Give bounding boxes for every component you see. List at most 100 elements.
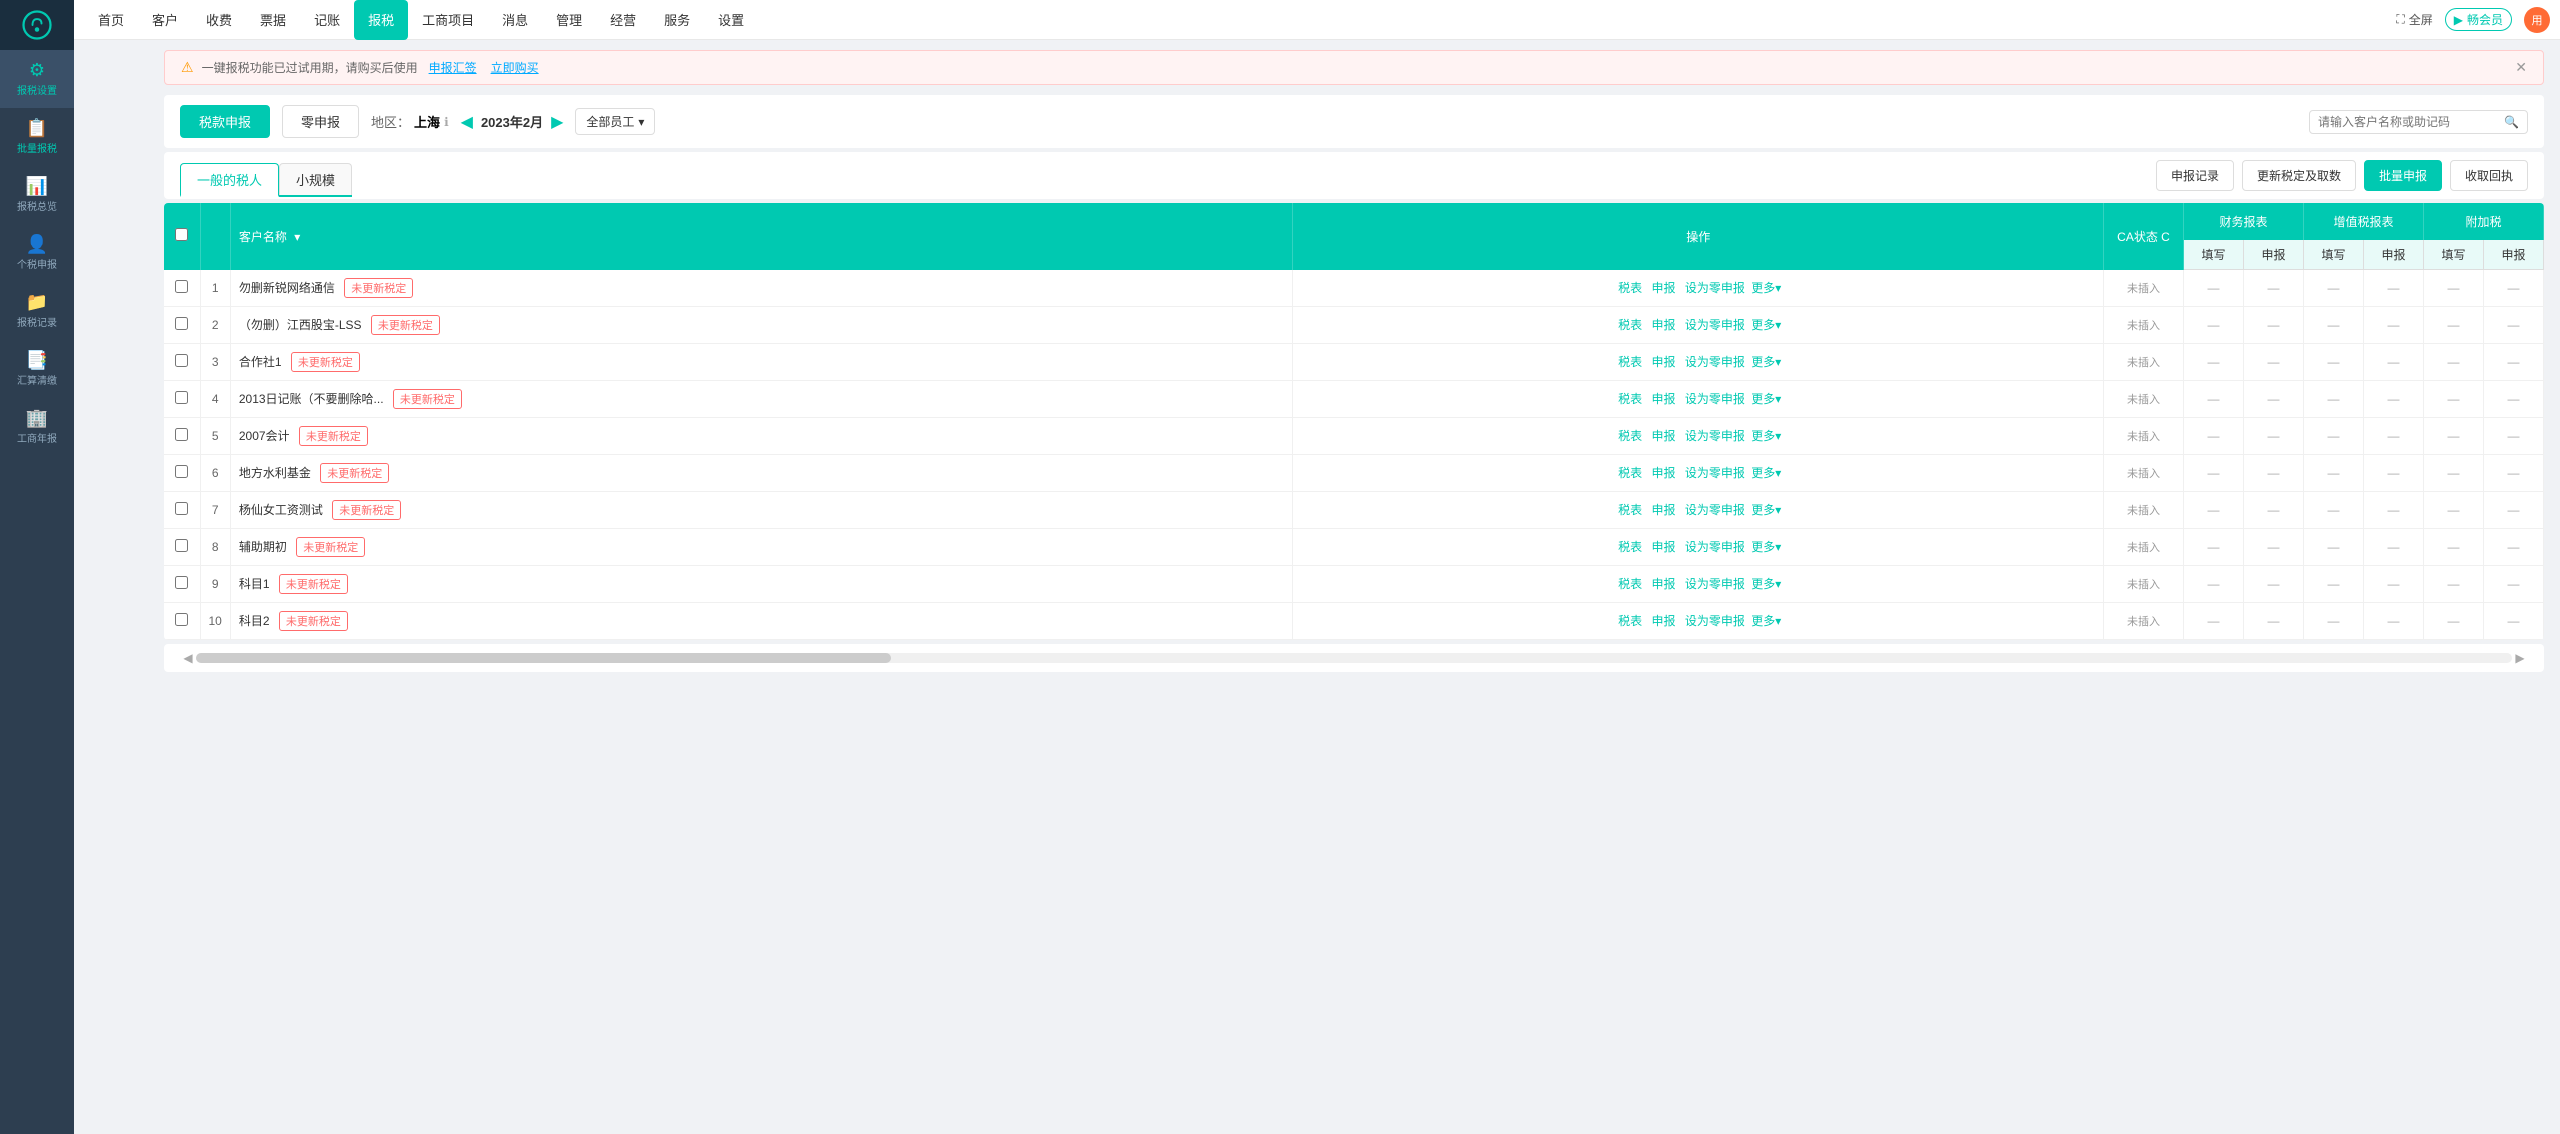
op-more-button[interactable]: 更多▾ (1751, 614, 1781, 628)
banner-close-button[interactable]: ✕ (2515, 59, 2527, 76)
op-submit-link[interactable]: 申报 (1652, 503, 1676, 517)
row-checkbox-0[interactable] (175, 280, 188, 293)
scroll-track[interactable] (196, 653, 2512, 663)
tab-tax-declaration[interactable]: 税款申报 (180, 105, 270, 138)
sidebar-item-business-annual[interactable]: 🏢 工商年报 (0, 398, 74, 456)
nav-operations[interactable]: 经营 (596, 0, 650, 40)
sidebar-item-tax-settings[interactable]: ⚙ 报税设置 (0, 50, 74, 108)
nav-billing[interactable]: 收费 (192, 0, 246, 40)
sidebar-item-annual-settlement[interactable]: 📑 汇算清缴 (0, 340, 74, 398)
op-tax-table-link[interactable]: 税表 (1618, 540, 1642, 554)
nav-home[interactable]: 首页 (84, 0, 138, 40)
tab-small-scale[interactable]: 小规模 (279, 163, 352, 195)
user-avatar[interactable]: 用 (2524, 7, 2550, 33)
sidebar-item-personal-tax[interactable]: 👤 个税申报 (0, 224, 74, 282)
op-more-button[interactable]: 更多▾ (1751, 577, 1781, 591)
op-zero-submit-link[interactable]: 设为零申报 (1685, 318, 1745, 332)
op-tax-table-link[interactable]: 税表 (1618, 355, 1642, 369)
op-zero-submit-link[interactable]: 设为零申报 (1685, 355, 1745, 369)
banner-link-report[interactable]: 申报汇签 (429, 59, 477, 76)
op-tax-table-link[interactable]: 税表 (1618, 392, 1642, 406)
op-submit-link[interactable]: 申报 (1652, 281, 1676, 295)
horizontal-scrollbar[interactable]: ◀ ▶ (164, 644, 2544, 672)
op-tax-table-link[interactable]: 税表 (1618, 466, 1642, 480)
row-checkbox-5[interactable] (175, 465, 188, 478)
row-checkbox-8[interactable] (175, 576, 188, 589)
op-zero-submit-link[interactable]: 设为零申报 (1685, 577, 1745, 591)
staff-selector[interactable]: 全部员工 ▾ (575, 108, 655, 135)
op-submit-link[interactable]: 申报 (1652, 577, 1676, 591)
op-zero-submit-link[interactable]: 设为零申报 (1685, 466, 1745, 480)
collect-receipt-button[interactable]: 收取回执 (2450, 160, 2528, 191)
op-tax-table-link[interactable]: 税表 (1618, 429, 1642, 443)
nav-settings[interactable]: 设置 (704, 0, 758, 40)
op-zero-submit-link[interactable]: 设为零申报 (1685, 614, 1745, 628)
op-submit-link[interactable]: 申报 (1652, 540, 1676, 554)
op-tax-table-link[interactable]: 税表 (1618, 281, 1642, 295)
op-more-button[interactable]: 更多▾ (1751, 429, 1781, 443)
info-icon[interactable]: ℹ (444, 115, 449, 129)
op-tax-table-link[interactable]: 税表 (1618, 503, 1642, 517)
tab-general-taxpayer[interactable]: 一般的税人 (180, 163, 279, 197)
nav-business[interactable]: 工商项目 (408, 0, 488, 40)
search-icon[interactable]: 🔍 (2504, 115, 2519, 129)
sidebar-item-batch-tax[interactable]: 📋 批量报税 (0, 108, 74, 166)
op-more-button[interactable]: 更多▾ (1751, 318, 1781, 332)
scroll-right-arrow[interactable]: ▶ (2512, 650, 2528, 666)
op-more-button[interactable]: 更多▾ (1751, 392, 1781, 406)
region-label: 地区： (371, 112, 410, 131)
op-zero-submit-link[interactable]: 设为零申报 (1685, 503, 1745, 517)
prev-date-button[interactable]: ◀ (461, 112, 473, 132)
sidebar-item-tax-overview[interactable]: 📊 报税总览 (0, 166, 74, 224)
customer-name: 杨仙女工资测试 (239, 503, 323, 517)
nav-messages[interactable]: 消息 (488, 0, 542, 40)
search-input[interactable] (2318, 115, 2498, 129)
op-submit-link[interactable]: 申报 (1652, 355, 1676, 369)
sidebar-item-tax-records[interactable]: 📁 报税记录 (0, 282, 74, 340)
row-checkbox-2[interactable] (175, 354, 188, 367)
th-finance-report: 财务报表 (2184, 203, 2304, 240)
nav-customer[interactable]: 客户 (138, 0, 192, 40)
op-more-button[interactable]: 更多▾ (1751, 540, 1781, 554)
tax-fill-cell: — (2304, 602, 2364, 639)
op-more-button[interactable]: 更多▾ (1751, 466, 1781, 480)
op-zero-submit-link[interactable]: 设为零申报 (1685, 392, 1745, 406)
nav-management[interactable]: 管理 (542, 0, 596, 40)
op-submit-link[interactable]: 申报 (1652, 614, 1676, 628)
vip-button[interactable]: ▶ 畅会员 (2445, 8, 2512, 31)
op-tax-table-link[interactable]: 税表 (1618, 318, 1642, 332)
batch-submit-button[interactable]: 批量申报 (2364, 160, 2442, 191)
op-more-button[interactable]: 更多▾ (1751, 503, 1781, 517)
op-more-button[interactable]: 更多▾ (1751, 355, 1781, 369)
th-name[interactable]: 客户名称 ▾ (230, 203, 1293, 270)
declaration-records-button[interactable]: 申报记录 (2156, 160, 2234, 191)
op-submit-link[interactable]: 申报 (1652, 392, 1676, 406)
next-date-button[interactable]: ▶ (551, 112, 563, 132)
row-checkbox-7[interactable] (175, 539, 188, 552)
row-checkbox-4[interactable] (175, 428, 188, 441)
op-tax-table-link[interactable]: 税表 (1618, 614, 1642, 628)
banner-link-purchase[interactable]: 立即购买 (491, 59, 539, 76)
row-checkbox-6[interactable] (175, 502, 188, 515)
nav-invoice[interactable]: 票据 (246, 0, 300, 40)
op-tax-table-link[interactable]: 税表 (1618, 577, 1642, 591)
op-more-button[interactable]: 更多▾ (1751, 281, 1781, 295)
nav-bookkeeping[interactable]: 记账 (300, 0, 354, 40)
op-submit-link[interactable]: 申报 (1652, 318, 1676, 332)
nav-tax[interactable]: 报税 (354, 0, 408, 40)
update-tax-button[interactable]: 更新税定及取数 (2242, 160, 2356, 191)
ca-status: 未插入 (2127, 542, 2160, 554)
nav-service[interactable]: 服务 (650, 0, 704, 40)
tab-zero-declaration[interactable]: 零申报 (282, 105, 359, 138)
op-zero-submit-link[interactable]: 设为零申报 (1685, 429, 1745, 443)
scroll-left-arrow[interactable]: ◀ (180, 650, 196, 666)
row-checkbox-9[interactable] (175, 613, 188, 626)
op-submit-link[interactable]: 申报 (1652, 466, 1676, 480)
op-zero-submit-link[interactable]: 设为零申报 (1685, 540, 1745, 554)
row-checkbox-3[interactable] (175, 391, 188, 404)
row-checkbox-1[interactable] (175, 317, 188, 330)
fullscreen-button[interactable]: ⛶ 全屏 (2396, 11, 2432, 28)
op-submit-link[interactable]: 申报 (1652, 429, 1676, 443)
op-zero-submit-link[interactable]: 设为零申报 (1685, 281, 1745, 295)
select-all-checkbox[interactable] (175, 228, 188, 241)
